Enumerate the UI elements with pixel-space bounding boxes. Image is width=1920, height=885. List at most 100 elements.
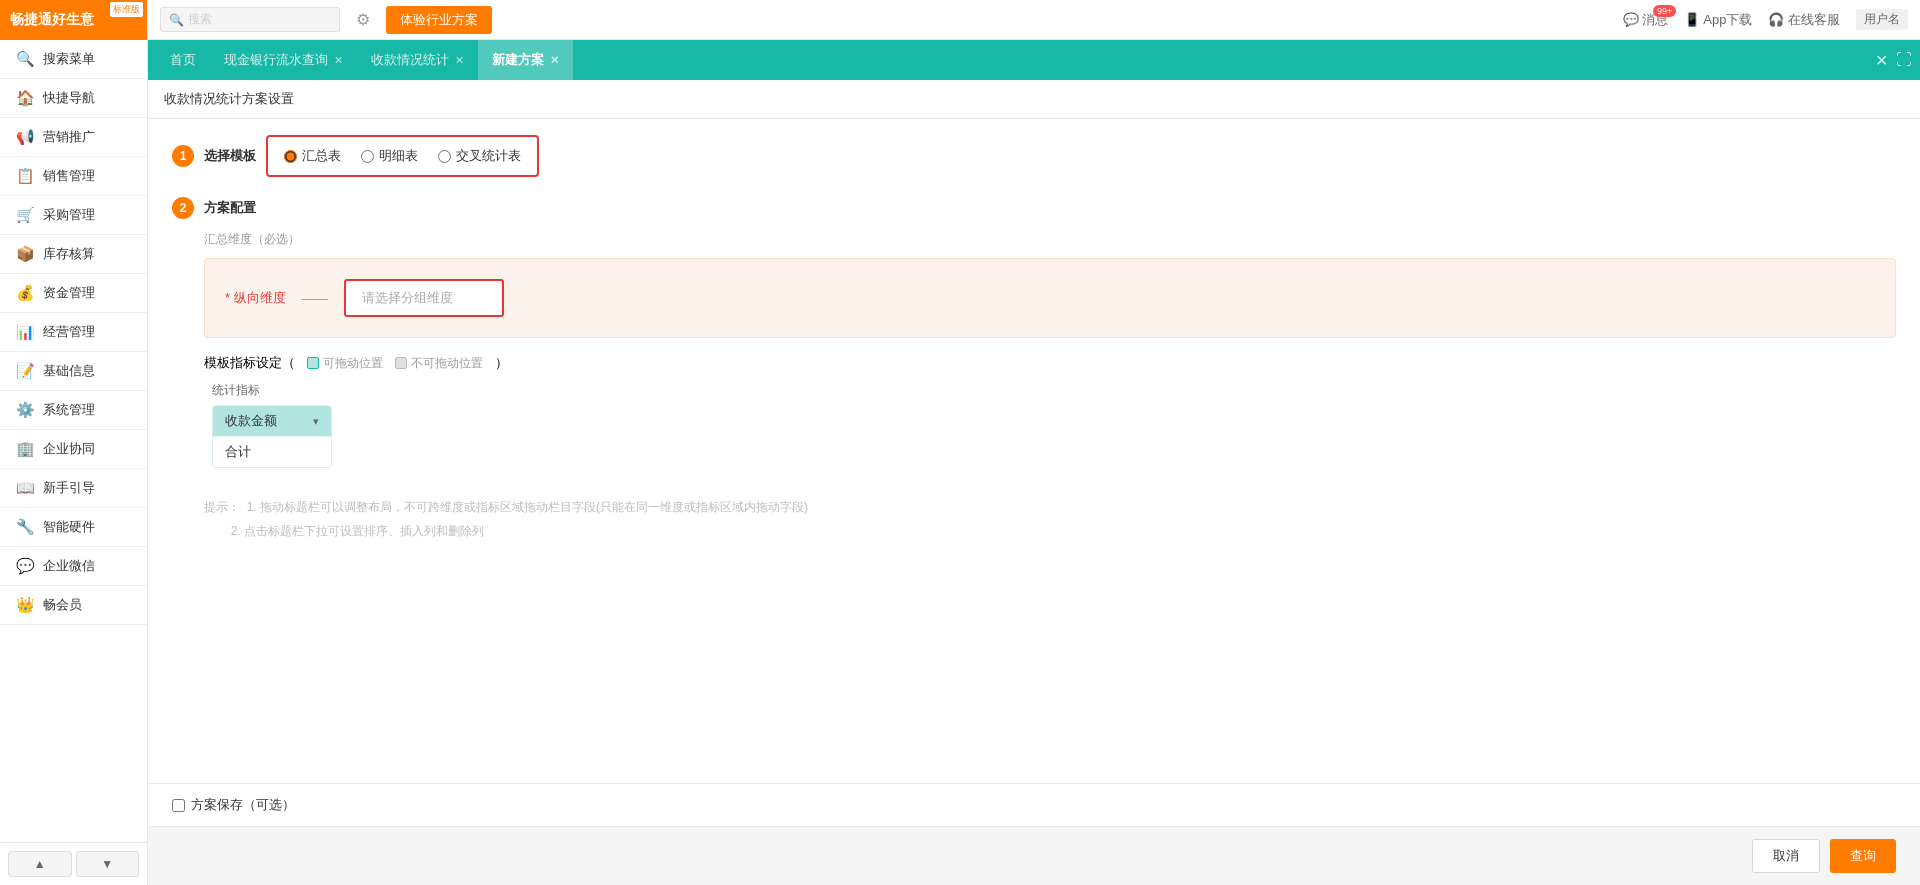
sidebar-item-search[interactable]: 🔍 搜索菜单: [0, 40, 147, 79]
sidebar-item-label: 新手引导: [43, 479, 95, 497]
metric-header[interactable]: 收款金额 ▾: [213, 406, 331, 436]
indicator-section: 模板指标设定（ 可拖动位置 不可拖动位置 ）: [204, 354, 1896, 471]
radio-cross[interactable]: 交叉统计表: [438, 147, 521, 165]
tabs-bar: 首页 现金银行流水查询 ✕ 收款情况统计 ✕ 新建方案 ✕ ✕ ⛶: [148, 40, 1920, 80]
sidebar-item-member[interactable]: 👑 畅会员: [0, 586, 147, 625]
online-service-label: 在线客服: [1788, 12, 1840, 27]
radio-summary[interactable]: 汇总表: [284, 147, 341, 165]
save-checkbox-input[interactable]: [172, 799, 185, 812]
radio-summary-input[interactable]: [284, 150, 297, 163]
form-content: 1 选择模板 汇总表 明细表: [148, 119, 1920, 783]
metric-header-text: 收款金额: [225, 412, 277, 430]
sidebar-item-guide[interactable]: 📖 新手引导: [0, 469, 147, 508]
radio-detail[interactable]: 明细表: [361, 147, 418, 165]
sidebar-bottom: ▲ ▼: [0, 842, 147, 885]
arrow: ——: [302, 291, 328, 306]
online-service[interactable]: 🎧 在线客服: [1768, 11, 1840, 29]
step2-body: 汇总维度（必选） * 纵向维度 —— 请选择分组维度 模板指标设定（: [172, 231, 1896, 543]
bottom-section: 方案保存（可选）: [148, 783, 1920, 826]
system-icon: ⚙️: [16, 401, 35, 419]
step1-header: 1 选择模板 汇总表 明细表: [172, 135, 1896, 177]
sidebar-item-wechat[interactable]: 💬 企业微信: [0, 547, 147, 586]
tab-cashflow-close[interactable]: ✕: [334, 55, 343, 66]
footer: 取消 查询: [148, 826, 1920, 885]
sidebar-item-label: 资金管理: [43, 284, 95, 302]
sidebar-item-system[interactable]: ⚙️ 系统管理: [0, 391, 147, 430]
radio-detail-label: 明细表: [379, 147, 418, 165]
home-icon: 🏠: [16, 89, 35, 107]
step2-header: 2 方案配置: [172, 197, 1896, 219]
tab-new-plan[interactable]: 新建方案 ✕: [478, 40, 573, 80]
window-close-icon[interactable]: ✕: [1875, 51, 1888, 70]
sidebar-item-management[interactable]: 📊 经营管理: [0, 313, 147, 352]
tip-1: 提示： 1. 拖动标题栏可以调整布局，不可跨维度或指标区域拖动栏目字段(只能在同…: [204, 495, 1896, 519]
page-header: 收款情况统计方案设置: [148, 80, 1920, 119]
tab-payment-stats-label: 收款情况统计: [371, 51, 449, 69]
step2-section: 2 方案配置 汇总维度（必选） * 纵向维度 —— 请选择分组维度: [172, 197, 1896, 543]
tab-home-label: 首页: [170, 51, 196, 69]
content-area: 收款情况统计方案设置 1 选择模板 汇总表: [148, 80, 1920, 885]
topbar: 🔍 搜索 ⚙ 体验行业方案 💬 99+ 消息 📱 App下载 🎧 在线客服 用户…: [148, 0, 1920, 40]
save-option[interactable]: 方案保存（可选）: [172, 796, 295, 814]
gear-icon[interactable]: ⚙: [356, 10, 370, 29]
purchase-icon: 🛒: [16, 206, 35, 224]
sidebar-item-nav[interactable]: 🏠 快捷导航: [0, 79, 147, 118]
indicator-settings-label: 模板指标设定（: [204, 354, 295, 372]
sidebar: 畅捷通好生意 标准版 🔍 搜索菜单 🏠 快捷导航 📢 营销推广 📋 销售管理 🛒…: [0, 0, 148, 885]
sidebar-item-basic-info[interactable]: 📝 基础信息: [0, 352, 147, 391]
sidebar-item-purchase[interactable]: 🛒 采购管理: [0, 196, 147, 235]
dim-select-box[interactable]: 请选择分组维度: [344, 279, 504, 317]
tab-payment-stats-close[interactable]: ✕: [455, 55, 464, 66]
tip-2: 2. 点击标题栏下拉可设置排序、插入列和删除列: [204, 519, 1896, 543]
stats-label: 统计指标: [212, 382, 1896, 399]
tab-home[interactable]: 首页: [156, 40, 210, 80]
user-info: 用户名: [1856, 9, 1908, 30]
sidebar-item-sales[interactable]: 📋 销售管理: [0, 157, 147, 196]
hardware-icon: 🔧: [16, 518, 35, 536]
search-box[interactable]: 🔍 搜索: [160, 7, 340, 32]
sidebar-item-enterprise[interactable]: 🏢 企业协同: [0, 430, 147, 469]
sidebar-item-finance[interactable]: 💰 资金管理: [0, 274, 147, 313]
sidebar-item-label: 经营管理: [43, 323, 95, 341]
sidebar-item-label: 销售管理: [43, 167, 95, 185]
sidebar-up-btn[interactable]: ▲: [8, 851, 72, 877]
industry-btn[interactable]: 体验行业方案: [386, 6, 492, 34]
vertical-dim-label: * 纵向维度: [225, 289, 286, 307]
sidebar-down-btn[interactable]: ▼: [76, 851, 140, 877]
enterprise-icon: 🏢: [16, 440, 35, 458]
window-expand-icon[interactable]: ⛶: [1896, 51, 1912, 69]
sidebar-item-marketing[interactable]: 📢 营销推广: [0, 118, 147, 157]
metric-row-total: 合计: [213, 436, 331, 467]
sidebar-item-label: 搜索菜单: [43, 50, 95, 68]
tab-new-plan-label: 新建方案: [492, 51, 544, 69]
search-icon: 🔍: [169, 13, 184, 27]
metric-area: 统计指标 收款金额 ▾ 合计: [204, 382, 1896, 471]
dim-placeholder: 请选择分组维度: [362, 289, 453, 307]
radio-detail-input[interactable]: [361, 150, 374, 163]
tab-payment-stats[interactable]: 收款情况统计 ✕: [357, 40, 478, 80]
sidebar-item-inventory[interactable]: 📦 库存核算: [0, 235, 147, 274]
template-selector: 汇总表 明细表 交叉统计表: [266, 135, 539, 177]
metric-row-text: 合计: [225, 444, 251, 459]
indicator-header: 模板指标设定（ 可拖动位置 不可拖动位置 ）: [204, 354, 1896, 372]
radio-cross-input[interactable]: [438, 150, 451, 163]
search-placeholder: 搜索: [188, 11, 212, 28]
app-download[interactable]: 📱 App下载: [1684, 11, 1752, 29]
service-icon: 🎧: [1768, 12, 1784, 27]
tips-section: 提示： 1. 拖动标题栏可以调整布局，不可跨维度或指标区域拖动栏目字段(只能在同…: [204, 495, 1896, 543]
cancel-button[interactable]: 取消: [1752, 839, 1820, 873]
step2-number: 2: [172, 197, 194, 219]
notification-icon[interactable]: 💬 99+ 消息: [1623, 11, 1669, 29]
step1-section: 1 选择模板 汇总表 明细表: [172, 135, 1896, 177]
user-name: 用户名: [1864, 12, 1900, 26]
query-button[interactable]: 查询: [1830, 839, 1896, 873]
metric-table: 收款金额 ▾ 合计: [212, 405, 332, 468]
tab-new-plan-close[interactable]: ✕: [550, 55, 559, 66]
tab-cashflow[interactable]: 现金银行流水查询 ✕: [210, 40, 357, 80]
step1-number: 1: [172, 145, 194, 167]
sidebar-item-label: 企业协同: [43, 440, 95, 458]
sidebar-item-hardware[interactable]: 🔧 智能硬件: [0, 508, 147, 547]
tab-cashflow-label: 现金银行流水查询: [224, 51, 328, 69]
draggable-legend: 可拖动位置: [307, 355, 383, 372]
main-area: 🔍 搜索 ⚙ 体验行业方案 💬 99+ 消息 📱 App下载 🎧 在线客服 用户…: [148, 0, 1920, 885]
